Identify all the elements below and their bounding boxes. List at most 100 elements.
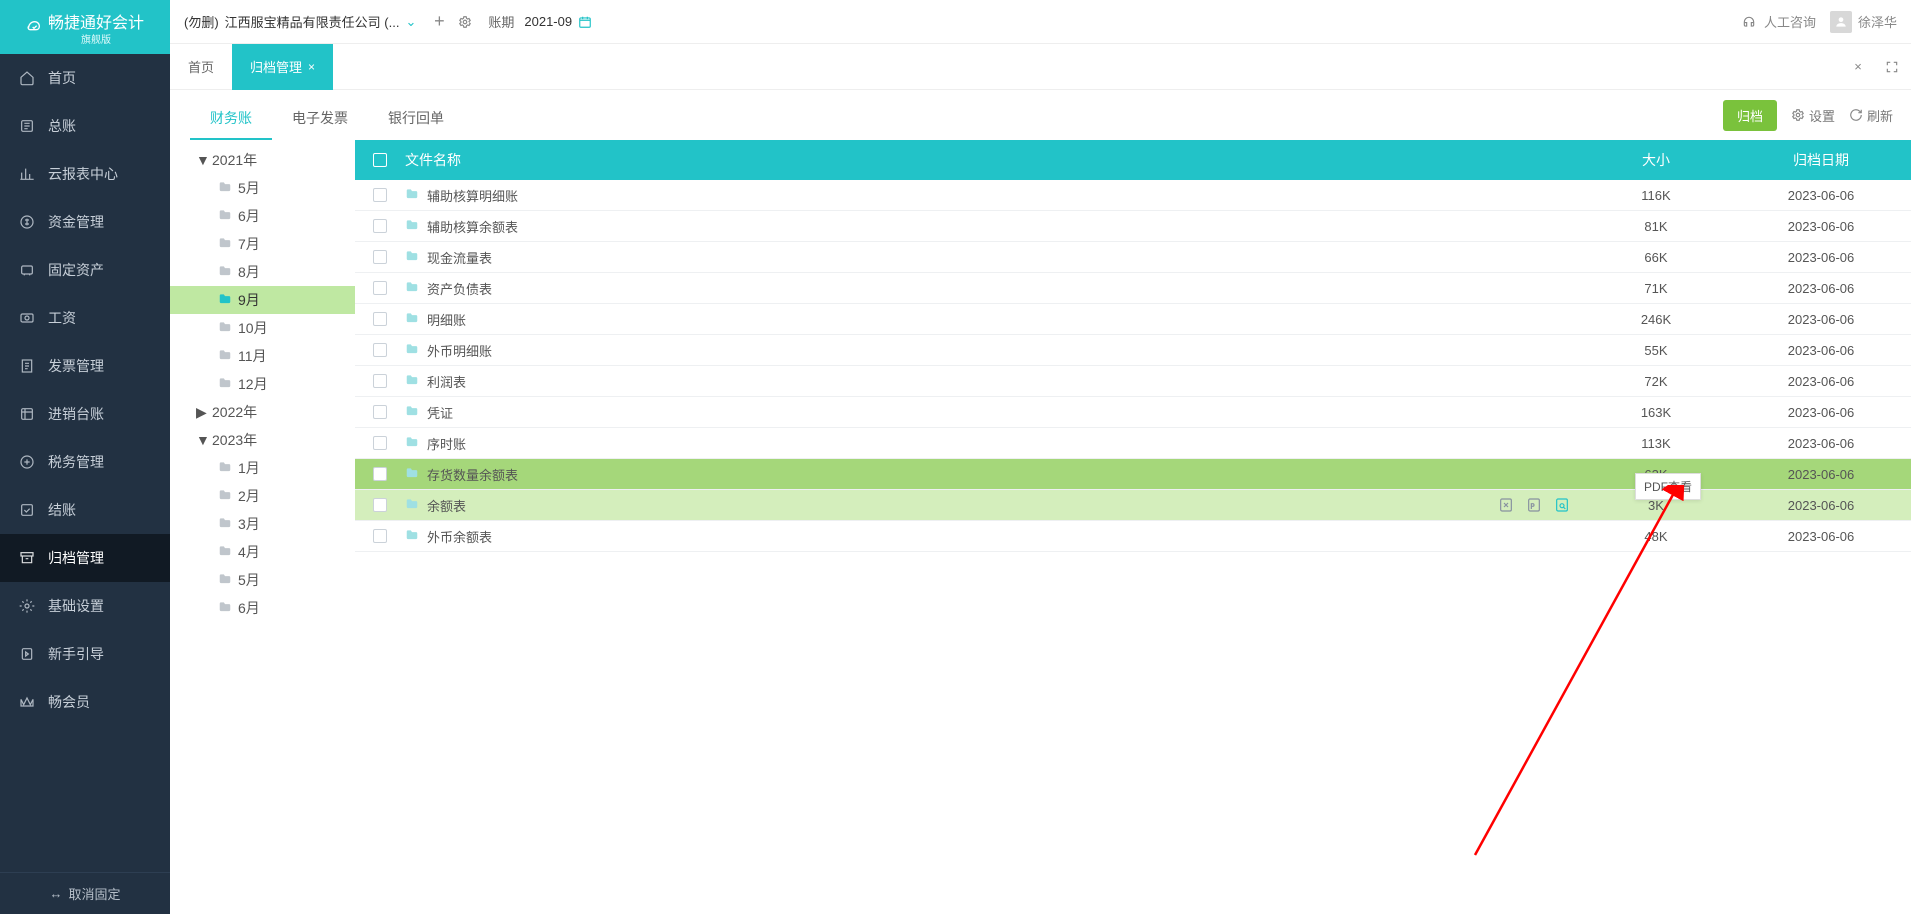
tab-home[interactable]: 首页 xyxy=(170,44,232,90)
table-row[interactable]: 辅助核算明细账 116K2023-06-06 xyxy=(355,180,1911,211)
archive-date: 2023-06-06 xyxy=(1731,188,1911,203)
tree-month[interactable]: 10月 xyxy=(170,314,355,342)
tree-month[interactable]: 6月 xyxy=(170,594,355,622)
table-row[interactable]: 现金流量表66K2023-06-06 xyxy=(355,242,1911,273)
tree-month[interactable]: 2月 xyxy=(170,482,355,510)
close-icon[interactable]: × xyxy=(308,60,315,74)
table-row[interactable]: 利润表72K2023-06-06 xyxy=(355,366,1911,397)
tree-month[interactable]: 6月 xyxy=(170,202,355,230)
close-all-button[interactable]: × xyxy=(1845,54,1871,80)
nav-item-invoice[interactable]: 发票管理 xyxy=(0,342,170,390)
tree-month[interactable]: 12月 xyxy=(170,370,355,398)
nav-item-book[interactable]: 进销台账 xyxy=(0,390,170,438)
tree-month[interactable]: 7月 xyxy=(170,230,355,258)
row-checkbox[interactable] xyxy=(373,250,387,264)
period-value[interactable]: 2021-09 xyxy=(524,14,572,29)
content-body: ▼2021年5月6月7月8月9月10月11月12月▶2022年▼2023年1月2… xyxy=(170,140,1911,914)
pdf-view-tooltip: PDF查看 xyxy=(1635,473,1701,500)
sub-tab-finance[interactable]: 财务账 xyxy=(190,98,272,140)
table-row[interactable]: 外币余额表48K2023-06-06 xyxy=(355,521,1911,552)
folder-icon xyxy=(405,249,419,266)
table-row[interactable]: 外币明细账55K2023-06-06 xyxy=(355,335,1911,366)
refresh-button[interactable]: 刷新 xyxy=(1849,106,1893,125)
folder-icon xyxy=(218,348,232,365)
tree-month[interactable]: 5月 xyxy=(170,566,355,594)
toolbar: 归档 设置 刷新 xyxy=(464,90,1911,140)
select-all-checkbox[interactable] xyxy=(373,153,387,167)
row-checkbox[interactable] xyxy=(373,498,387,512)
settings-icon-button[interactable] xyxy=(452,9,478,35)
row-checkbox[interactable] xyxy=(373,436,387,450)
tree-month[interactable]: 8月 xyxy=(170,258,355,286)
tree-year[interactable]: ▼2021年 xyxy=(170,146,355,174)
tree-month[interactable]: 11月 xyxy=(170,342,355,370)
file-table: 文件名称 大小 归档日期 辅助核算明细账116K2023-06-06辅助核算余额… xyxy=(355,140,1911,914)
file-name: 辅助核算明细账 xyxy=(427,186,518,205)
company-name: 江西服宝精品有限责任公司 (... xyxy=(225,12,400,31)
download-excel-icon[interactable] xyxy=(1497,496,1515,514)
file-size: 116K xyxy=(1581,188,1731,203)
folder-icon xyxy=(218,376,232,393)
folder-icon xyxy=(405,404,419,421)
user-menu[interactable]: 徐泽华 xyxy=(1830,11,1897,33)
add-button[interactable]: + xyxy=(426,9,452,35)
nav-item-salary[interactable]: 工资 xyxy=(0,294,170,342)
nav-item-tax[interactable]: 税务管理 xyxy=(0,438,170,486)
folder-icon xyxy=(405,497,419,514)
view-pdf-icon[interactable] xyxy=(1553,496,1571,514)
nav-item-ledger[interactable]: 总账 xyxy=(0,102,170,150)
folder-icon xyxy=(405,373,419,390)
tree-month[interactable]: 4月 xyxy=(170,538,355,566)
fullscreen-button[interactable] xyxy=(1879,54,1905,80)
folder-icon xyxy=(405,466,419,483)
download-pdf-icon[interactable] xyxy=(1525,496,1543,514)
row-checkbox[interactable] xyxy=(373,219,387,233)
settings-button[interactable]: 设置 xyxy=(1791,106,1835,125)
sidebar-unpin[interactable]: ↔ 取消固定 xyxy=(0,872,170,914)
nav-item-gear[interactable]: 基础设置 xyxy=(0,582,170,630)
tab-archive[interactable]: 归档管理 × xyxy=(232,44,333,90)
folder-icon xyxy=(218,264,232,281)
nav-item-close[interactable]: 结账 xyxy=(0,486,170,534)
tree-month[interactable]: 1月 xyxy=(170,454,355,482)
nav-item-home[interactable]: 首页 xyxy=(0,54,170,102)
archive-button[interactable]: 归档 xyxy=(1723,100,1777,131)
table-row[interactable]: 资产负债表71K2023-06-06 xyxy=(355,273,1911,304)
table-row[interactable]: 序时账113K2023-06-06 xyxy=(355,428,1911,459)
table-row[interactable]: 辅助核算余额表81K2023-06-06 xyxy=(355,211,1911,242)
tree-month[interactable]: 9月 xyxy=(170,286,355,314)
nav-item-chart[interactable]: 云报表中心 xyxy=(0,150,170,198)
table-row[interactable]: 凭证163K2023-06-06 xyxy=(355,397,1911,428)
sub-tab-einvoice[interactable]: 电子发票 xyxy=(272,98,368,140)
row-checkbox[interactable] xyxy=(373,188,387,202)
row-checkbox[interactable] xyxy=(373,405,387,419)
row-checkbox[interactable] xyxy=(373,343,387,357)
table-row[interactable]: 明细账246K2023-06-06 xyxy=(355,304,1911,335)
col-size-header: 大小 xyxy=(1642,152,1670,168)
tree-year[interactable]: ▶2022年 xyxy=(170,398,355,426)
row-checkbox[interactable] xyxy=(373,281,387,295)
nav-item-guide[interactable]: 新手引导 xyxy=(0,630,170,678)
consult-button[interactable]: 人工咨询 xyxy=(1742,12,1816,31)
tree-year[interactable]: ▼2023年 xyxy=(170,426,355,454)
nav-item-archive[interactable]: 归档管理 xyxy=(0,534,170,582)
row-checkbox[interactable] xyxy=(373,529,387,543)
nav-item-asset[interactable]: 固定资产 xyxy=(0,246,170,294)
nav-item-money[interactable]: 资金管理 xyxy=(0,198,170,246)
sidebar: 畅捷通好会计 旗舰版 首页总账云报表中心资金管理固定资产工资发票管理进销台账税务… xyxy=(0,0,170,914)
calendar-icon[interactable] xyxy=(572,9,598,35)
sub-tab-bankslip[interactable]: 银行回单 xyxy=(368,98,464,140)
file-name: 利润表 xyxy=(427,372,466,391)
vip-icon xyxy=(18,693,36,711)
file-size: 246K xyxy=(1581,312,1731,327)
row-checkbox[interactable] xyxy=(373,374,387,388)
unpin-icon: ↔ xyxy=(49,886,62,901)
row-checkbox[interactable] xyxy=(373,312,387,326)
row-checkbox[interactable] xyxy=(373,467,387,481)
tree-month[interactable]: 5月 xyxy=(170,174,355,202)
col-name-header: 文件名称 xyxy=(405,150,461,170)
folder-icon xyxy=(405,435,419,452)
company-selector[interactable]: (勿删) 江西服宝精品有限责任公司 (... ⌄ xyxy=(184,12,416,31)
nav-item-vip[interactable]: 畅会员 xyxy=(0,678,170,726)
tree-month[interactable]: 3月 xyxy=(170,510,355,538)
